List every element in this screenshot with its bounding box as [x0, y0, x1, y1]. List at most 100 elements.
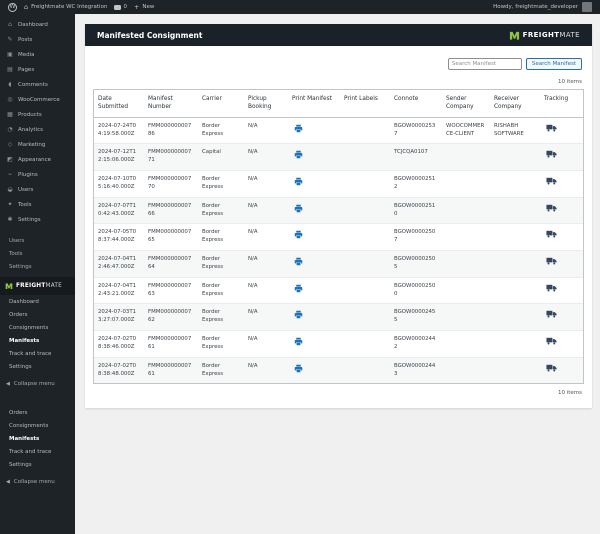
print-manifest-icon[interactable] [292, 229, 305, 240]
table-row: 2024-07-03T13:27:07.000Z FMM00000000762 … [94, 304, 583, 332]
collapse-menu-button[interactable]: ◀ Collapse menu [0, 474, 75, 490]
tracking-icon[interactable] [544, 256, 559, 266]
sidebar-item[interactable]: Track and trace [0, 347, 75, 360]
tracking-icon[interactable] [544, 149, 559, 159]
sidebar-freightmate-brand[interactable]: FREIGHTMATE [0, 277, 75, 295]
admin-bar-comments[interactable]: 0 [114, 4, 127, 10]
table-row: 2024-07-10T05:16:40.000Z FMM00000000770 … [94, 171, 583, 198]
sidebar-item-label: Manifests [9, 337, 40, 344]
howdy-text[interactable]: Howdy, freightmate_developer [493, 4, 578, 10]
cell-carrier: Border Express [202, 229, 224, 244]
sidebar-item[interactable]: Dashboard [0, 295, 75, 308]
sidebar-item[interactable]: Track and trace [0, 445, 75, 458]
plugins-icon: ⌁ [8, 170, 12, 178]
print-manifest-icon[interactable] [292, 203, 305, 214]
cell-manifest-number: FMM00000000786 [148, 122, 192, 137]
sidebar-item[interactable]: ◩ Appearance [0, 152, 75, 167]
sidebar-item[interactable]: ◖ Comments [0, 77, 75, 92]
sidebar-item-label: Comments [18, 81, 48, 88]
sidebar-item[interactable]: Manifests [0, 334, 75, 347]
avatar[interactable] [582, 2, 592, 12]
sidebar-item[interactable]: Users [0, 234, 75, 247]
cell-sender-company [442, 278, 490, 304]
settings-icon: ✱ [7, 215, 13, 223]
site-name: Freightmate WC Integration [31, 4, 108, 10]
sidebar-item[interactable]: ⌁ Plugins [0, 167, 75, 182]
freightmate-header-logo: FREIGHTMATE [509, 30, 580, 41]
cell-print-labels [340, 118, 390, 144]
cell-print-labels [340, 144, 390, 170]
print-manifest-icon[interactable] [292, 176, 305, 187]
sidebar-item[interactable]: ◔ Analytics [0, 122, 75, 137]
freightmate-logo-text: FREIGHTMATE [522, 31, 580, 39]
tracking-icon[interactable] [544, 123, 559, 133]
column-header-label: Receiver Company [494, 96, 522, 111]
tracking-icon[interactable] [544, 363, 559, 373]
cell-pickup-booking: N/A [248, 336, 258, 343]
sidebar-item[interactable]: Consignments [0, 321, 75, 334]
tracking-icon[interactable] [544, 309, 559, 319]
tracking-icon[interactable] [544, 283, 559, 293]
sidebar-item[interactable]: ✱ Settings [0, 212, 75, 227]
sidebar-item[interactable]: ◎ WooCommerce [0, 92, 75, 107]
sidebar-item[interactable]: Settings [0, 458, 75, 471]
sidebar-item-label: Plugins [18, 171, 38, 178]
sidebar-item[interactable]: ▦ Products [0, 107, 75, 122]
print-manifest-icon[interactable] [292, 363, 305, 374]
sidebar-item[interactable]: Manifests [0, 432, 75, 445]
cell-manifest-number: FMM00000000770 [148, 176, 192, 190]
sidebar-item[interactable]: Orders [0, 308, 75, 321]
sidebar-item[interactable]: ◒ Users [0, 182, 75, 197]
admin-bar-site-link[interactable]: ⌂ Freightmate WC Integration [24, 4, 107, 11]
table-row: 2024-07-02T08:38:48.000Z FMM00000000761 … [94, 357, 583, 384]
cell-manifest-number: FMM00000000761 [148, 362, 192, 377]
sidebar-item[interactable]: Tools [0, 247, 75, 260]
search-row: Search Manifest [95, 58, 582, 70]
sidebar-item[interactable]: ◇ Marketing [0, 137, 75, 152]
media-icon: ▣ [7, 50, 13, 58]
cell-date-submitted: 2024-07-04T12:46:47.000Z [98, 256, 137, 270]
tracking-icon[interactable] [544, 203, 559, 213]
print-manifest-icon[interactable] [292, 336, 305, 347]
comment-count: 0 [123, 4, 127, 10]
sidebar-item[interactable]: ✦ Tools [0, 197, 75, 212]
column-header-label: Tracking [544, 96, 569, 102]
sidebar-item[interactable]: Consignments [0, 419, 75, 432]
cell-tracking [540, 224, 583, 250]
collapse-arrow-icon: ◀ [6, 479, 10, 485]
cell-pickup-booking: N/A [248, 362, 258, 369]
cell-print-labels [340, 171, 390, 197]
column-header-label: Print Manifest [292, 96, 332, 102]
sidebar-item[interactable]: Settings [0, 360, 75, 373]
sidebar-item-label: Appearance [18, 156, 52, 163]
freightmate-logo-icon [509, 31, 519, 40]
wordpress-logo-icon[interactable]: W [8, 2, 17, 12]
tracking-icon[interactable] [544, 336, 559, 346]
column-header: Print Labels [340, 90, 390, 117]
cell-connote: BGOW00002507 [394, 229, 436, 244]
tracking-icon[interactable] [544, 176, 559, 186]
collapse-menu-button[interactable]: ◀ Collapse menu [0, 376, 75, 392]
sidebar-item[interactable]: ⌂ Dashboard [0, 17, 75, 32]
column-header: Sender Company [442, 90, 490, 117]
sidebar-item[interactable]: ▤ Pages [0, 62, 75, 77]
sidebar-item[interactable]: Settings [0, 260, 75, 273]
print-manifest-icon[interactable] [292, 309, 305, 320]
cell-connote: BGOW00002537 [394, 122, 436, 137]
search-input[interactable] [447, 58, 522, 70]
print-manifest-icon[interactable] [292, 149, 305, 160]
sidebar-item[interactable]: Orders [0, 406, 75, 419]
sidebar-item[interactable]: ▣ Media [0, 47, 75, 62]
sidebar-item[interactable]: ✎ Posts [0, 32, 75, 47]
sidebar-item-label: WooCommerce [18, 96, 60, 103]
print-manifest-icon[interactable] [292, 123, 305, 134]
cell-sender-company [442, 171, 490, 197]
print-manifest-icon[interactable] [292, 256, 305, 267]
comments-icon: ◖ [8, 80, 12, 88]
print-manifest-icon[interactable] [292, 283, 305, 294]
tracking-icon[interactable] [544, 229, 559, 239]
cell-date-submitted: 2024-07-05T08:37:44.000Z [98, 229, 137, 244]
search-manifest-button[interactable]: Search Manifest [525, 58, 582, 70]
cell-carrier: Capital [202, 149, 221, 156]
admin-bar-new[interactable]: + New [134, 4, 154, 11]
